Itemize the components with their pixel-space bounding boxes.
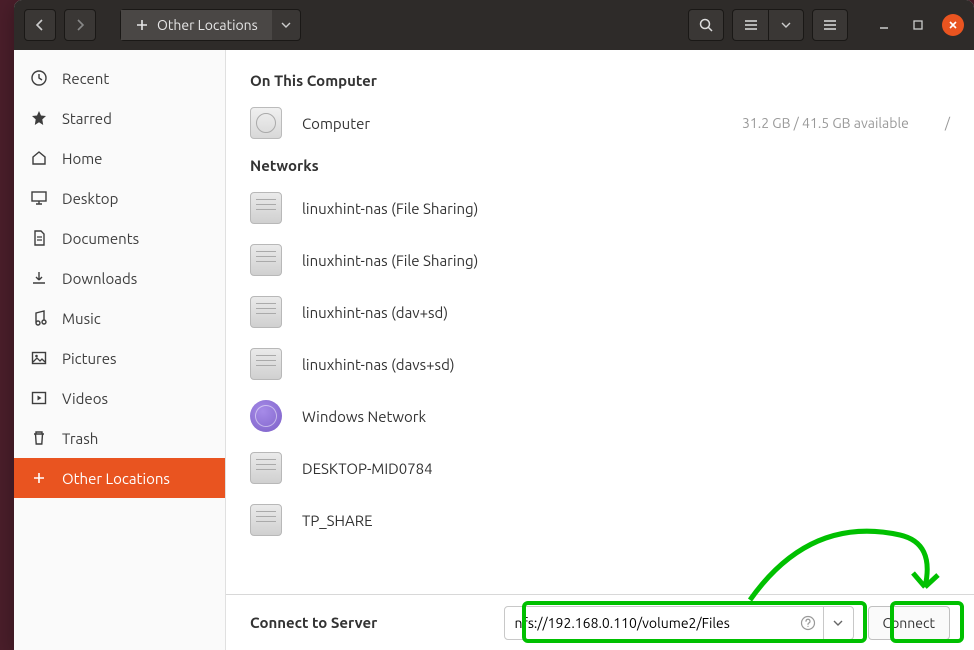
pictures-icon bbox=[30, 349, 48, 367]
location-row-network[interactable]: Windows Network bbox=[226, 390, 974, 442]
content-area: On This Computer Computer 31.2 GB / 41.5… bbox=[226, 50, 974, 594]
trash-icon bbox=[30, 429, 48, 447]
sidebar-item-other-locations[interactable]: Other Locations bbox=[14, 458, 225, 498]
disk-icon bbox=[250, 107, 282, 139]
sidebar-item-music[interactable]: Music bbox=[14, 298, 225, 338]
path-dropdown-button[interactable] bbox=[272, 10, 300, 40]
sidebar-item-label: Music bbox=[62, 310, 101, 327]
section-header-networks: Networks bbox=[226, 149, 974, 182]
sidebar-item-label: Other Locations bbox=[62, 470, 170, 487]
location-row-network[interactable]: linuxhint-nas (dav+sd) bbox=[226, 286, 974, 338]
server-icon bbox=[250, 504, 282, 536]
music-icon bbox=[30, 309, 48, 327]
main-pane: On This Computer Computer 31.2 GB / 41.5… bbox=[226, 50, 974, 650]
sidebar: Recent Starred Home Desktop Documents Downloa… bbox=[14, 50, 226, 650]
section-header-computer: On This Computer bbox=[226, 64, 974, 97]
path-segment-other-locations[interactable]: Other Locations bbox=[121, 10, 272, 40]
star-icon bbox=[30, 109, 48, 127]
path-segment-label: Other Locations bbox=[157, 17, 258, 33]
sidebar-item-label: Videos bbox=[62, 390, 108, 407]
nav-back-button[interactable] bbox=[24, 9, 56, 41]
connect-button[interactable]: Connect bbox=[868, 606, 951, 640]
location-row-network[interactable]: TP_SHARE bbox=[226, 494, 974, 546]
sidebar-item-label: Recent bbox=[62, 70, 109, 87]
close-button[interactable] bbox=[942, 14, 964, 36]
videos-icon bbox=[30, 389, 48, 407]
sidebar-item-desktop[interactable]: Desktop bbox=[14, 178, 225, 218]
connect-label: Connect to Server bbox=[250, 614, 377, 631]
location-name: Computer bbox=[302, 115, 722, 132]
sidebar-item-downloads[interactable]: Downloads bbox=[14, 258, 225, 298]
plus-icon bbox=[30, 469, 48, 487]
home-icon bbox=[30, 149, 48, 167]
server-icon bbox=[250, 192, 282, 224]
server-icon bbox=[250, 348, 282, 380]
server-icon bbox=[250, 244, 282, 276]
location-row-computer[interactable]: Computer 31.2 GB / 41.5 GB available / bbox=[226, 97, 974, 149]
sidebar-item-recent[interactable]: Recent bbox=[14, 58, 225, 98]
location-name: linuxhint-nas (dav+sd) bbox=[302, 304, 950, 321]
search-button[interactable] bbox=[688, 9, 724, 41]
sidebar-item-label: Desktop bbox=[62, 190, 118, 207]
location-name: linuxhint-nas (File Sharing) bbox=[302, 252, 950, 269]
titlebar: Other Locations bbox=[14, 0, 974, 50]
recent-icon bbox=[30, 69, 48, 87]
server-icon bbox=[250, 452, 282, 484]
location-meta: 31.2 GB / 41.5 GB available bbox=[742, 115, 909, 131]
server-address-field bbox=[504, 606, 854, 640]
sidebar-item-label: Trash bbox=[62, 430, 98, 447]
sidebar-item-label: Pictures bbox=[62, 350, 117, 367]
location-row-network[interactable]: linuxhint-nas (File Sharing) bbox=[226, 182, 974, 234]
location-name: DESKTOP-MID0784 bbox=[302, 460, 950, 477]
desktop-icon bbox=[30, 189, 48, 207]
sidebar-item-label: Documents bbox=[62, 230, 139, 247]
sidebar-item-pictures[interactable]: Pictures bbox=[14, 338, 225, 378]
sidebar-item-home[interactable]: Home bbox=[14, 138, 225, 178]
server-icon bbox=[250, 296, 282, 328]
documents-icon bbox=[30, 229, 48, 247]
sidebar-item-label: Starred bbox=[62, 110, 112, 127]
sidebar-item-trash[interactable]: Trash bbox=[14, 418, 225, 458]
nav-forward-button[interactable] bbox=[64, 9, 96, 41]
minimize-button[interactable] bbox=[874, 15, 894, 35]
connect-to-server-bar: Connect to Server Connect bbox=[226, 594, 974, 650]
path-bar: Other Locations bbox=[120, 9, 301, 41]
hamburger-menu-button[interactable] bbox=[812, 9, 848, 41]
maximize-button[interactable] bbox=[908, 15, 928, 35]
location-path: / bbox=[945, 115, 950, 131]
location-name: TP_SHARE bbox=[302, 512, 950, 529]
location-name: linuxhint-nas (File Sharing) bbox=[302, 200, 950, 217]
sidebar-item-label: Home bbox=[62, 150, 102, 167]
location-row-network[interactable]: DESKTOP-MID0784 bbox=[226, 442, 974, 494]
sidebar-item-starred[interactable]: Starred bbox=[14, 98, 225, 138]
sidebar-item-label: Downloads bbox=[62, 270, 137, 287]
view-options-dropdown[interactable] bbox=[768, 9, 804, 41]
server-help-button[interactable] bbox=[793, 615, 823, 631]
window-controls bbox=[874, 14, 964, 36]
location-row-network[interactable]: linuxhint-nas (davs+sd) bbox=[226, 338, 974, 390]
downloads-icon bbox=[30, 269, 48, 287]
file-manager-window: Other Locations bbox=[14, 0, 974, 650]
location-name: Windows Network bbox=[302, 408, 950, 425]
server-history-dropdown[interactable] bbox=[823, 607, 853, 639]
server-address-input[interactable] bbox=[505, 607, 793, 639]
sidebar-item-documents[interactable]: Documents bbox=[14, 218, 225, 258]
view-list-button[interactable] bbox=[732, 9, 768, 41]
location-name: linuxhint-nas (davs+sd) bbox=[302, 356, 950, 373]
plus-icon bbox=[135, 18, 149, 32]
sidebar-item-videos[interactable]: Videos bbox=[14, 378, 225, 418]
location-row-network[interactable]: linuxhint-nas (File Sharing) bbox=[226, 234, 974, 286]
network-icon bbox=[250, 400, 282, 432]
